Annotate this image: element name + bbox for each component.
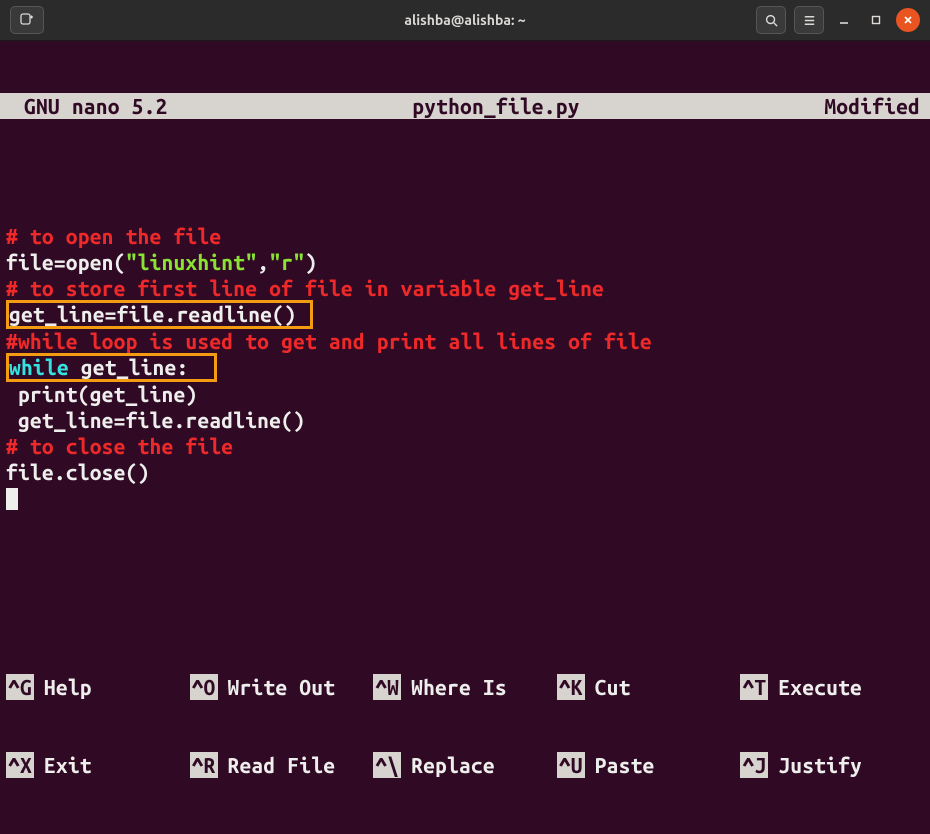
new-tab-icon bbox=[19, 12, 35, 28]
menu-button[interactable] bbox=[794, 6, 824, 34]
minimize-icon bbox=[838, 14, 850, 26]
code-line: get_line=file.readline() bbox=[9, 302, 296, 326]
shortcut-paste: ^U Paste bbox=[557, 752, 741, 778]
shortcut-key: ^O bbox=[190, 674, 218, 700]
code-line: file.close() bbox=[6, 460, 150, 484]
shortcut-key: ^J bbox=[740, 752, 768, 778]
window-titlebar: alishba@alishba: ~ bbox=[0, 0, 930, 41]
window-minimize-button[interactable] bbox=[832, 8, 856, 32]
shortcut-cut: ^K Cut bbox=[557, 674, 741, 700]
shortcut-label: Paste bbox=[595, 752, 655, 778]
shortcut-justify: ^J Justify bbox=[740, 752, 924, 778]
shortcut-label: Cut bbox=[595, 674, 631, 700]
search-icon bbox=[764, 13, 779, 28]
editor-content[interactable]: # to open the file file=open("linuxhint"… bbox=[0, 197, 930, 537]
shortcut-help: ^G Help bbox=[6, 674, 190, 700]
shortcut-label: Exit bbox=[44, 752, 92, 778]
shortcut-label: Write Out bbox=[228, 674, 336, 700]
shortcut-label: Where Is bbox=[411, 674, 507, 700]
code-line: #while loop is used to get and print all… bbox=[6, 329, 652, 353]
code-line: , bbox=[257, 250, 269, 274]
shortcut-key: ^\ bbox=[373, 752, 401, 778]
maximize-icon bbox=[870, 14, 882, 26]
shortcut-label: Execute bbox=[778, 674, 862, 700]
window-close-button[interactable] bbox=[896, 8, 920, 32]
footer-row: ^X Exit ^R Read File ^\ Replace ^U Paste ^J J… bbox=[6, 752, 924, 778]
highlight-box: get_line=file.readline() bbox=[6, 300, 313, 329]
code-line: print(get_line) bbox=[6, 382, 197, 406]
shortcut-key: ^T bbox=[740, 674, 768, 700]
shortcut-label: Read File bbox=[228, 752, 336, 778]
highlight-box: while get_line: bbox=[6, 353, 217, 382]
nano-app-name: GNU nano 5.2 bbox=[6, 93, 168, 119]
shortcut-key: ^X bbox=[6, 752, 34, 778]
code-line: # to open the file bbox=[6, 224, 221, 248]
footer-row: ^G Help ^O Write Out ^W Where Is ^K Cut ^T Ex… bbox=[6, 674, 924, 700]
code-keyword: while bbox=[9, 355, 69, 379]
code-line: ) bbox=[305, 250, 317, 274]
shortcut-writeout: ^O Write Out bbox=[190, 674, 374, 700]
shortcut-label: Justify bbox=[778, 752, 862, 778]
shortcut-key: ^W bbox=[373, 674, 401, 700]
nano-status: Modified bbox=[824, 93, 924, 119]
close-icon bbox=[902, 14, 914, 26]
code-line: # to close the file bbox=[6, 434, 233, 458]
hamburger-icon bbox=[802, 13, 817, 28]
terminal-area[interactable]: GNU nano 5.2 python_file.py Modified # t… bbox=[0, 41, 930, 615]
shortcut-key: ^U bbox=[557, 752, 585, 778]
shortcut-label: Replace bbox=[411, 752, 495, 778]
shortcut-exit: ^X Exit bbox=[6, 752, 190, 778]
nano-footer: ^G Help ^O Write Out ^W Where Is ^K Cut ^T Ex… bbox=[6, 622, 924, 830]
search-button[interactable] bbox=[756, 6, 786, 34]
code-line: get_line=file.readline() bbox=[6, 408, 305, 432]
nano-filename: python_file.py bbox=[168, 93, 825, 119]
shortcut-key: ^R bbox=[190, 752, 218, 778]
code-string: "r" bbox=[269, 250, 305, 274]
shortcut-execute: ^T Execute bbox=[740, 674, 924, 700]
shortcut-label: Help bbox=[44, 674, 92, 700]
window-maximize-button[interactable] bbox=[864, 8, 888, 32]
shortcut-replace: ^\ Replace bbox=[373, 752, 557, 778]
code-line: get_line: bbox=[69, 355, 189, 379]
shortcut-key: ^K bbox=[557, 674, 585, 700]
code-string: "linuxhint" bbox=[126, 250, 258, 274]
shortcut-readfile: ^R Read File bbox=[190, 752, 374, 778]
shortcut-whereis: ^W Where Is bbox=[373, 674, 557, 700]
cursor bbox=[6, 488, 18, 510]
code-line: # to store first line of file in variabl… bbox=[6, 276, 604, 300]
nano-header: GNU nano 5.2 python_file.py Modified bbox=[0, 93, 930, 119]
code-line: file=open( bbox=[6, 250, 126, 274]
shortcut-key: ^G bbox=[6, 674, 34, 700]
new-tab-button[interactable] bbox=[10, 6, 44, 34]
